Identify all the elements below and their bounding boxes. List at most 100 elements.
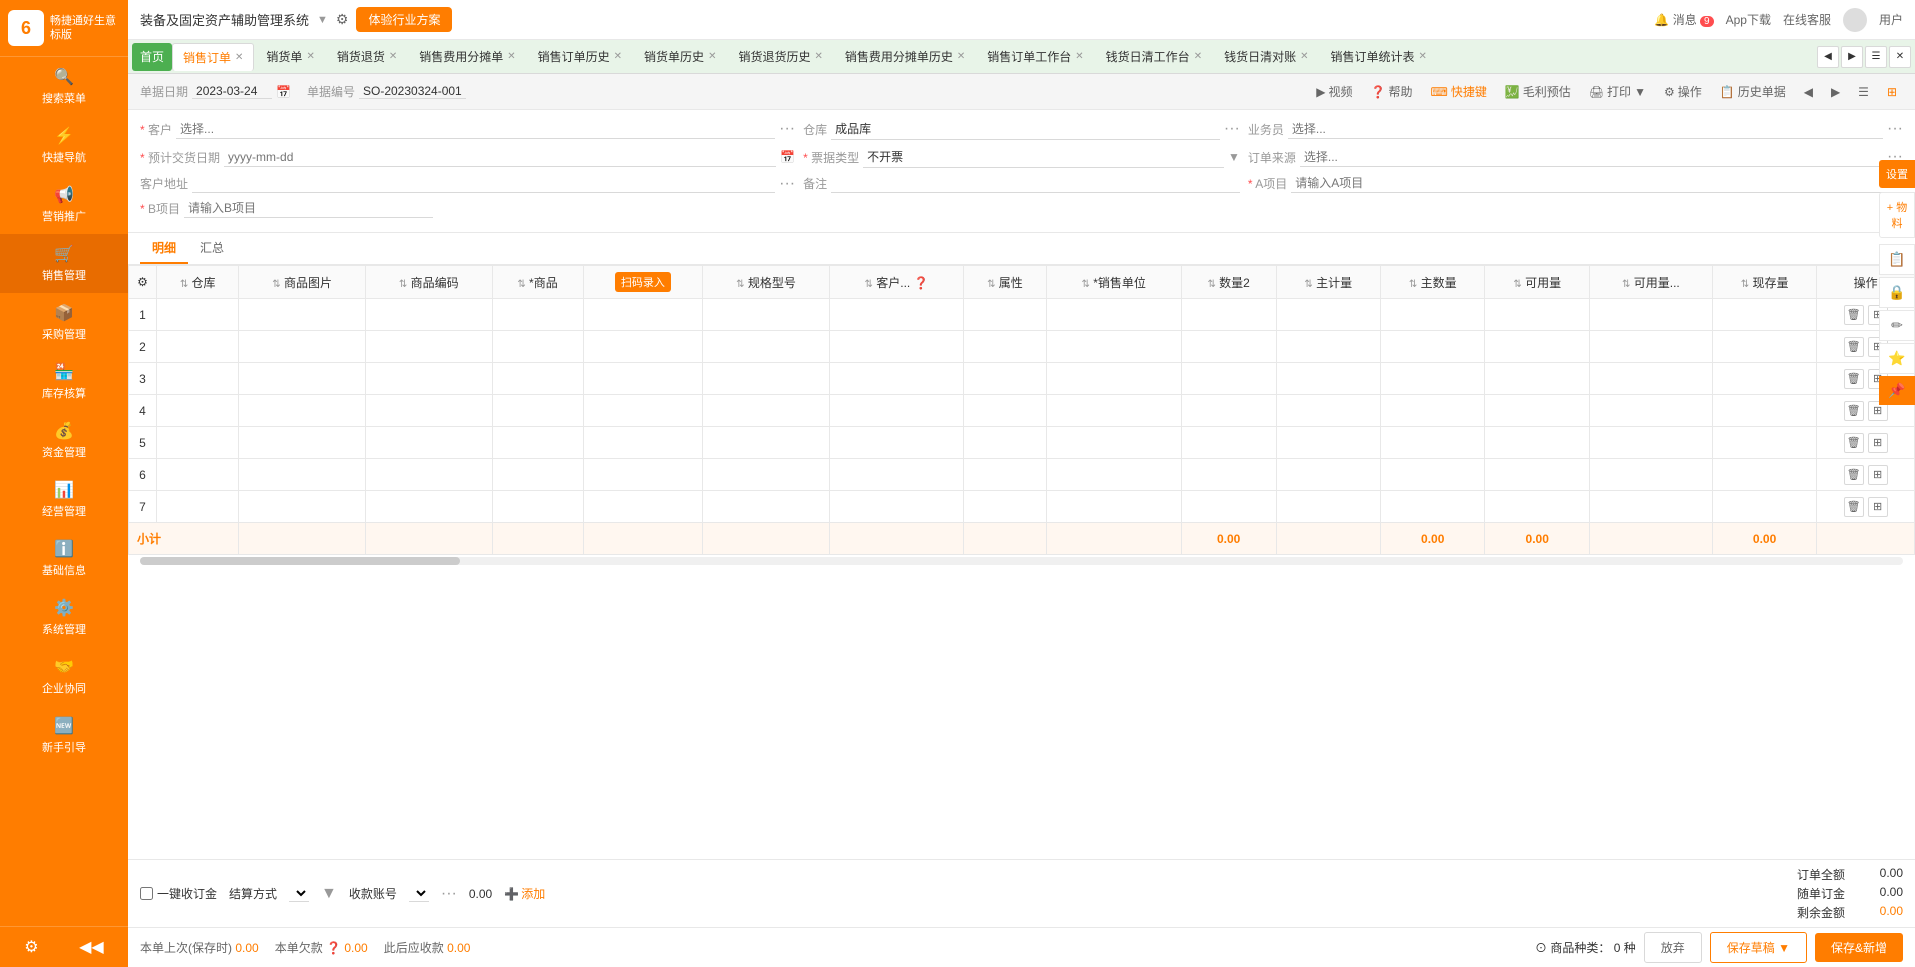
save-draft-dropdown-icon[interactable]: ▼ bbox=[1778, 941, 1790, 955]
row-name-cell[interactable] bbox=[492, 299, 583, 331]
tab-close-icon[interactable]: ✕ bbox=[1300, 51, 1308, 62]
calendar-icon[interactable]: 📅 bbox=[276, 85, 291, 99]
settings-panel-btn[interactable]: 设置 bbox=[1879, 160, 1915, 188]
tab-slip-history[interactable]: 销货单历史 ✕ bbox=[634, 43, 726, 71]
row-copy-btn[interactable]: ⊞ bbox=[1868, 465, 1888, 485]
row-name-cell[interactable] bbox=[492, 331, 583, 363]
row-spec-cell[interactable] bbox=[703, 299, 830, 331]
row-main-qty-cell[interactable] bbox=[1380, 395, 1484, 427]
row-delete-btn[interactable]: 🗑 bbox=[1844, 465, 1864, 485]
account-select[interactable] bbox=[409, 885, 429, 902]
notification-btn[interactable]: 🔔 消息 9 bbox=[1654, 11, 1713, 28]
scrollbar-thumb[interactable] bbox=[140, 557, 460, 565]
tab-close-icon[interactable]: ✕ bbox=[389, 51, 397, 62]
account-expand-icon[interactable]: ··· bbox=[441, 885, 457, 903]
app-download-btn[interactable]: App下载 bbox=[1726, 11, 1771, 28]
row-copy-btn[interactable]: ⊞ bbox=[1868, 497, 1888, 517]
row-customer-code-cell[interactable] bbox=[829, 491, 963, 523]
tab-cashflow-reconcile[interactable]: 钱货日清对账 ✕ bbox=[1214, 43, 1318, 71]
row-customer-code-cell[interactable] bbox=[829, 427, 963, 459]
row-qty2-cell[interactable] bbox=[1181, 459, 1276, 491]
horizontal-scrollbar[interactable] bbox=[140, 557, 1903, 565]
sub-tab-summary[interactable]: 汇总 bbox=[188, 233, 236, 264]
row-warehouse-cell[interactable] bbox=[157, 427, 239, 459]
sidebar-settings-btn[interactable]: ⚙ bbox=[24, 937, 38, 957]
row-unit-cell[interactable] bbox=[1046, 363, 1181, 395]
tab-close-icon[interactable]: ✕ bbox=[1194, 51, 1202, 62]
row-name-cell[interactable] bbox=[492, 363, 583, 395]
tab-home[interactable]: 首页 bbox=[132, 43, 172, 71]
history-btn[interactable]: 📋 历史单据 bbox=[1714, 81, 1792, 102]
col-settings[interactable]: ⚙ bbox=[129, 266, 157, 299]
row-customer-code-cell[interactable] bbox=[829, 331, 963, 363]
sidebar-item-search[interactable]: 🔍 搜索菜单 bbox=[0, 57, 128, 116]
tab-close-icon[interactable]: ✕ bbox=[235, 52, 243, 63]
tab-sales-fee[interactable]: 销售费用分摊单 ✕ bbox=[409, 43, 525, 71]
order-source-input[interactable] bbox=[1300, 148, 1883, 167]
row-code-cell[interactable] bbox=[365, 331, 492, 363]
action-btn[interactable]: ⚙ 操作 bbox=[1658, 81, 1708, 102]
row-name-cell[interactable] bbox=[492, 491, 583, 523]
row-code-cell[interactable] bbox=[365, 491, 492, 523]
row-attribute-cell[interactable] bbox=[964, 299, 1046, 331]
tabs-next-btn[interactable]: ▶ bbox=[1841, 46, 1863, 68]
tab-close-icon[interactable]: ✕ bbox=[1075, 51, 1083, 62]
address-input[interactable] bbox=[192, 174, 775, 193]
row-customer-code-cell[interactable] bbox=[829, 459, 963, 491]
b-project-input[interactable] bbox=[184, 199, 432, 218]
row-main-qty-cell[interactable] bbox=[1380, 427, 1484, 459]
sidebar-item-inventory[interactable]: 🏪 库存核算 bbox=[0, 352, 128, 411]
row-attribute-cell[interactable] bbox=[964, 395, 1046, 427]
row-customer-code-cell[interactable] bbox=[829, 363, 963, 395]
sidebar-item-finance[interactable]: 💰 资金管理 bbox=[0, 411, 128, 470]
sidebar-item-system[interactable]: ⚙️ 系统管理 bbox=[0, 588, 128, 647]
sub-tab-detail[interactable]: 明细 bbox=[140, 233, 188, 264]
settlement-expand[interactable]: ▼ bbox=[321, 885, 337, 903]
user-name[interactable]: 用户 bbox=[1879, 11, 1903, 28]
address-expand-icon[interactable]: ··· bbox=[779, 175, 795, 193]
row-main-qty-cell[interactable] bbox=[1380, 299, 1484, 331]
dropdown-arrow[interactable]: ▼ bbox=[317, 14, 328, 26]
row-attribute-cell[interactable] bbox=[964, 459, 1046, 491]
view-btn[interactable]: ▶ 视频 bbox=[1310, 81, 1358, 102]
row-qty2-cell[interactable] bbox=[1181, 395, 1276, 427]
row-qty2-cell[interactable] bbox=[1181, 427, 1276, 459]
row-qty2-cell[interactable] bbox=[1181, 363, 1276, 395]
tab-order-history[interactable]: 销售订单历史 ✕ bbox=[528, 43, 632, 71]
row-name-cell[interactable] bbox=[492, 427, 583, 459]
row-delete-btn[interactable]: 🗑 bbox=[1844, 305, 1864, 325]
settlement-select[interactable] bbox=[289, 885, 309, 902]
online-service-btn[interactable]: 在线客服 bbox=[1783, 11, 1831, 28]
sidebar-item-guide[interactable]: 🆕 新手引导 bbox=[0, 706, 128, 765]
tab-sales-slip[interactable]: 销货单 ✕ bbox=[256, 43, 324, 71]
one-key-deposit-checkbox[interactable] bbox=[140, 887, 153, 900]
user-avatar[interactable] bbox=[1843, 8, 1867, 32]
row-attribute-cell[interactable] bbox=[964, 427, 1046, 459]
row-customer-code-cell[interactable] bbox=[829, 299, 963, 331]
row-unit-cell[interactable] bbox=[1046, 427, 1181, 459]
row-qty2-cell[interactable] bbox=[1181, 331, 1276, 363]
row-unit-cell[interactable] bbox=[1046, 459, 1181, 491]
nav-next-btn[interactable]: ▶ bbox=[1825, 83, 1846, 101]
row-warehouse-cell[interactable] bbox=[157, 363, 239, 395]
solution-button[interactable]: 体验行业方案 bbox=[356, 7, 452, 32]
row-code-cell[interactable] bbox=[365, 299, 492, 331]
discard-button[interactable]: 放弃 bbox=[1644, 932, 1702, 963]
invoice-dropdown-icon[interactable]: ▼ bbox=[1228, 150, 1240, 164]
profit-btn[interactable]: 💹 毛利预估 bbox=[1499, 81, 1577, 102]
tab-close-icon[interactable]: ✕ bbox=[957, 51, 965, 62]
row-spec-cell[interactable] bbox=[703, 459, 830, 491]
tab-close-icon[interactable]: ✕ bbox=[1419, 51, 1427, 62]
row-spec-cell[interactable] bbox=[703, 491, 830, 523]
row-copy-btn[interactable]: ⊞ bbox=[1868, 433, 1888, 453]
sidebar-item-marketing[interactable]: 📢 营销推广 bbox=[0, 175, 128, 234]
current-debt-icon[interactable]: ❓ bbox=[326, 941, 341, 955]
save-new-button[interactable]: 保存&新增 bbox=[1815, 933, 1903, 962]
warehouse-expand-icon[interactable]: ··· bbox=[1224, 120, 1240, 138]
row-attribute-cell[interactable] bbox=[964, 331, 1046, 363]
row-main-qty-cell[interactable] bbox=[1380, 363, 1484, 395]
row-customer-code-cell[interactable] bbox=[829, 395, 963, 427]
help-btn[interactable]: ❓ 帮助 bbox=[1365, 81, 1419, 102]
table-view-btn[interactable]: ⊞ bbox=[1881, 83, 1903, 101]
row-delete-btn[interactable]: 🗑 bbox=[1844, 401, 1864, 421]
